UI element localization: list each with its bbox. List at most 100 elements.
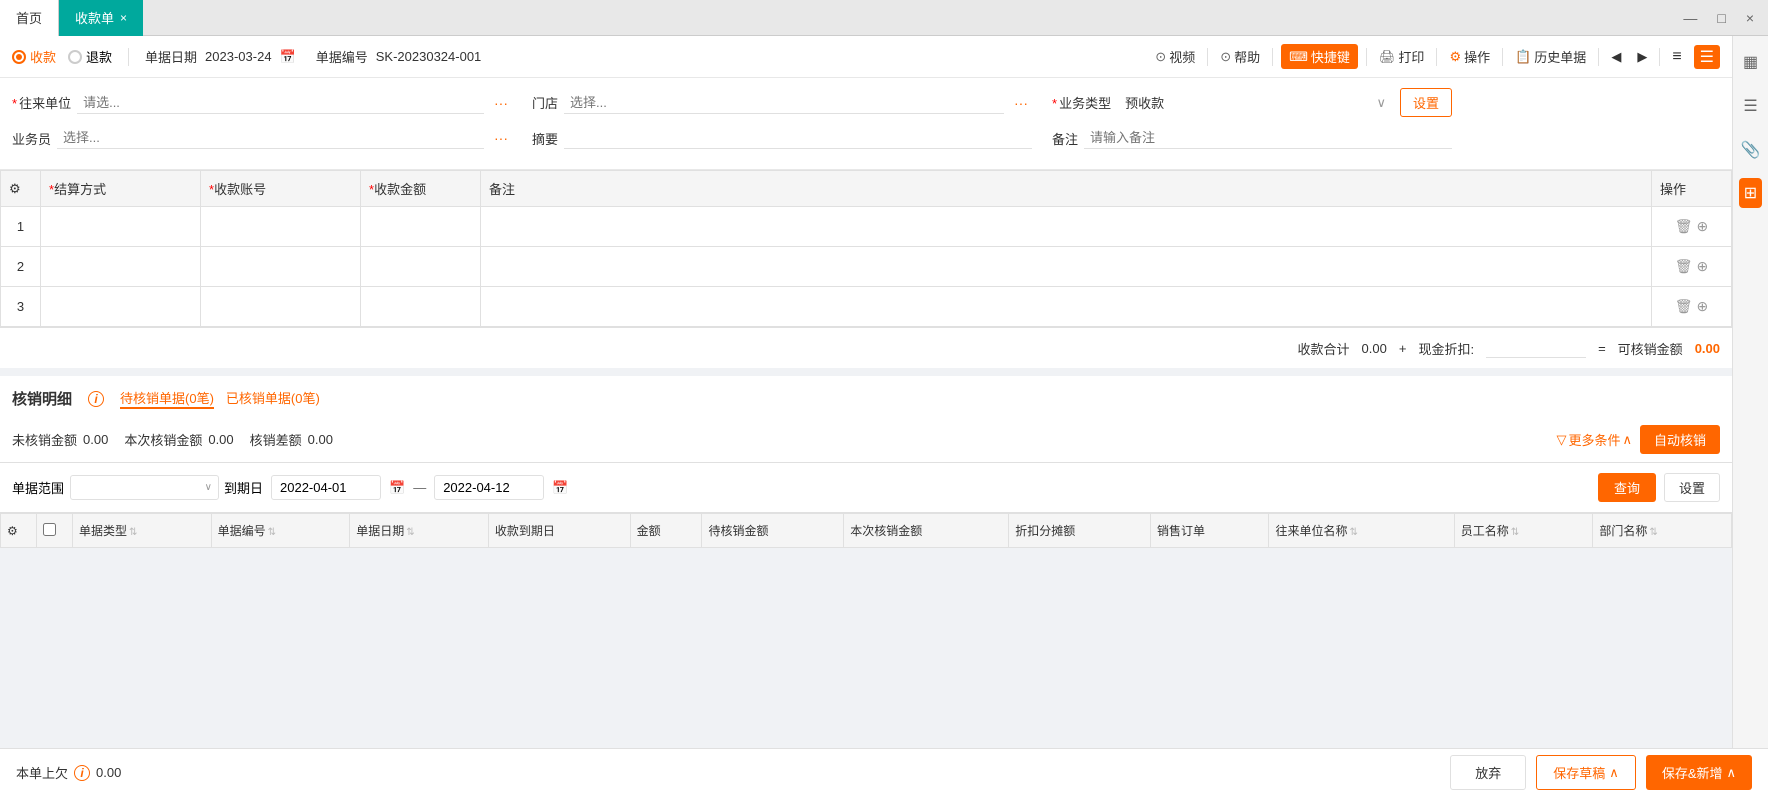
row-2-settlement[interactable] xyxy=(41,247,201,287)
row-1-settlement[interactable] xyxy=(41,207,201,247)
window-controls: — □ × xyxy=(1677,8,1768,28)
tab-done[interactable]: 已核销单据(0笔) xyxy=(226,388,320,409)
auto-verify-button[interactable]: 自动核销 xyxy=(1640,425,1720,454)
row-2-copy-icon[interactable]: ⊕ xyxy=(1697,258,1709,275)
current-top-info-icon[interactable]: i xyxy=(74,765,90,781)
store-more-btn[interactable]: ··· xyxy=(1010,95,1032,111)
save-new-button[interactable]: 保存&新增 ∧ xyxy=(1646,755,1752,790)
close-button[interactable]: × xyxy=(1740,8,1760,28)
sidebar-clip-icon[interactable]: 📎 xyxy=(1735,134,1767,166)
radio-tuikuan[interactable]: 退款 xyxy=(68,47,112,66)
summary-input[interactable] xyxy=(564,127,1032,149)
detail-col-counterpart: 往来单位名称⇅ xyxy=(1269,514,1454,548)
row-1-remarks[interactable] xyxy=(481,207,1652,247)
btn-print[interactable]: 🖨 打印 xyxy=(1375,45,1429,68)
date-from-input[interactable] xyxy=(271,475,381,500)
business-type-label: *业务类型 xyxy=(1052,93,1111,112)
form-area: *往来单位 ··· 门店 ··· *业务类型 预收款 ∨ 设置 xyxy=(0,78,1732,170)
sidebar-active-icon[interactable]: ⊞ xyxy=(1739,178,1762,208)
bottom-right: 放弃 保存草稿 ∧ 保存&新增 ∧ xyxy=(1450,755,1752,790)
section-tabs: 待核销单据(0笔) 已核销单据(0笔) xyxy=(120,388,320,409)
col-settings-header[interactable]: ⚙ xyxy=(1,171,41,207)
btn-operation[interactable]: ⚙ 操作 xyxy=(1445,45,1494,68)
query-button[interactable]: 查询 xyxy=(1598,473,1656,502)
btn-video[interactable]: ⊙ 视频 xyxy=(1151,45,1199,68)
discount-input[interactable] xyxy=(1486,338,1586,358)
radio-shoukuan-icon xyxy=(12,50,26,64)
radio-tuikuan-icon xyxy=(68,50,82,64)
remarks-input[interactable] xyxy=(1084,127,1452,149)
salesman-more-btn[interactable]: ··· xyxy=(490,130,512,146)
btn-shortcut[interactable]: ⌨ 快捷键 xyxy=(1281,44,1358,69)
row-3-amount[interactable] xyxy=(361,287,481,327)
doc-range-select[interactable] xyxy=(70,475,219,500)
top-toolbar: 收款 退款 单据日期 2023-03-24 📅 单据编号 SK-20230324… xyxy=(0,36,1732,78)
select-all-checkbox[interactable] xyxy=(43,523,56,536)
row-2-delete-icon[interactable]: 🗑 xyxy=(1675,258,1693,275)
more-conditions-link[interactable]: ▽ 更多条件 ∧ xyxy=(1556,430,1632,449)
verify-info-icon[interactable]: i xyxy=(88,391,104,407)
counterpart-more-btn[interactable]: ··· xyxy=(490,95,512,111)
save-draft-button[interactable]: 保存草稿 ∧ xyxy=(1536,755,1636,790)
tab-home[interactable]: 首页 xyxy=(0,0,59,36)
btn-list[interactable]: ☰ xyxy=(1694,45,1720,69)
current-amount: 本次核销金额 0.00 xyxy=(124,430,233,449)
tab-pending[interactable]: 待核销单据(0笔) xyxy=(120,388,214,409)
row-3-remarks[interactable] xyxy=(481,287,1652,327)
calendar-icon[interactable]: 📅 xyxy=(280,49,296,65)
btn-grid[interactable]: ≡ xyxy=(1668,46,1685,68)
abandon-button[interactable]: 放弃 xyxy=(1450,755,1526,790)
settings-button[interactable]: 设置 xyxy=(1400,88,1452,117)
detail-table: ⚙ 单据类型⇅ 单据编号⇅ 单据日期⇅ 收款到期日 金额 待核销金 xyxy=(0,513,1732,548)
btn-help[interactable]: ⊙ 帮助 xyxy=(1216,45,1264,68)
row-3-copy-icon[interactable]: ⊕ xyxy=(1697,298,1709,315)
row-1-delete-icon[interactable]: 🗑 xyxy=(1675,218,1693,235)
detail-col-checkbox[interactable] xyxy=(37,514,73,548)
toolbar-right: ⊙ 视频 ⊙ 帮助 ⌨ 快捷键 🖨 打印 ⚙ 操作 xyxy=(1151,44,1720,69)
radio-shoukuan[interactable]: 收款 xyxy=(12,47,56,66)
store-input[interactable] xyxy=(564,92,1004,114)
row-3-account[interactable] xyxy=(201,287,361,327)
current-label: 本次核销金额 xyxy=(124,430,202,449)
counterpart-input[interactable] xyxy=(77,92,484,114)
tab-close-icon[interactable]: × xyxy=(120,11,127,25)
row-2-account[interactable] xyxy=(201,247,361,287)
maximize-button[interactable]: □ xyxy=(1711,8,1731,28)
radio-tuikuan-label: 退款 xyxy=(86,47,112,66)
row-3-delete-icon[interactable]: 🗑 xyxy=(1675,298,1693,315)
sidebar-doc-icon[interactable]: ☰ xyxy=(1737,90,1763,122)
row-1-copy-icon[interactable]: ⊕ xyxy=(1697,218,1709,235)
row-1-account[interactable] xyxy=(201,207,361,247)
unverified-value: 0.00 xyxy=(83,432,108,447)
detail-col-due: 收款到期日 xyxy=(488,514,630,548)
date-to-input[interactable] xyxy=(434,475,544,500)
date-label: 单据日期 xyxy=(145,47,197,66)
filter-right: ▽ 更多条件 ∧ 自动核销 xyxy=(1556,425,1720,454)
salesman-field: 业务员 ··· xyxy=(12,127,512,149)
salesman-input[interactable] xyxy=(57,127,484,149)
business-type-dropdown-icon[interactable]: ∨ xyxy=(1376,95,1386,111)
detail-col-settings[interactable]: ⚙ xyxy=(1,514,37,548)
minimize-button[interactable]: — xyxy=(1677,8,1703,28)
main-table: ⚙ *结算方式 *收款账号 *收款金额 备注 操作 xyxy=(0,170,1732,327)
sidebar-table-icon[interactable]: ▦ xyxy=(1737,46,1764,78)
btn-history[interactable]: 📋 历史单据 xyxy=(1511,45,1590,68)
btn-prev[interactable]: ◀ xyxy=(1607,47,1625,67)
detail-col-current: 本次核销金额 xyxy=(844,514,1009,548)
calendar-to-icon[interactable]: 📅 xyxy=(552,480,568,496)
summary-field: 摘要 xyxy=(532,127,1032,149)
date-setting-button[interactable]: 设置 xyxy=(1664,473,1720,502)
store-field: 门店 ··· xyxy=(532,92,1032,114)
counterpart-label: *往来单位 xyxy=(12,93,71,112)
total-label: 收款合计 xyxy=(1298,339,1350,358)
row-3-settlement[interactable] xyxy=(41,287,201,327)
tab-active[interactable]: 收款单 × xyxy=(59,0,143,36)
divider-1 xyxy=(128,48,129,66)
row-2-amount[interactable] xyxy=(361,247,481,287)
btn-next[interactable]: ▶ xyxy=(1633,47,1651,67)
row-1-amount[interactable] xyxy=(361,207,481,247)
calendar-from-icon[interactable]: 📅 xyxy=(389,480,405,496)
row-2-remarks[interactable] xyxy=(481,247,1652,287)
divider-5 xyxy=(1436,48,1437,66)
date-value: 2023-03-24 xyxy=(205,49,272,64)
